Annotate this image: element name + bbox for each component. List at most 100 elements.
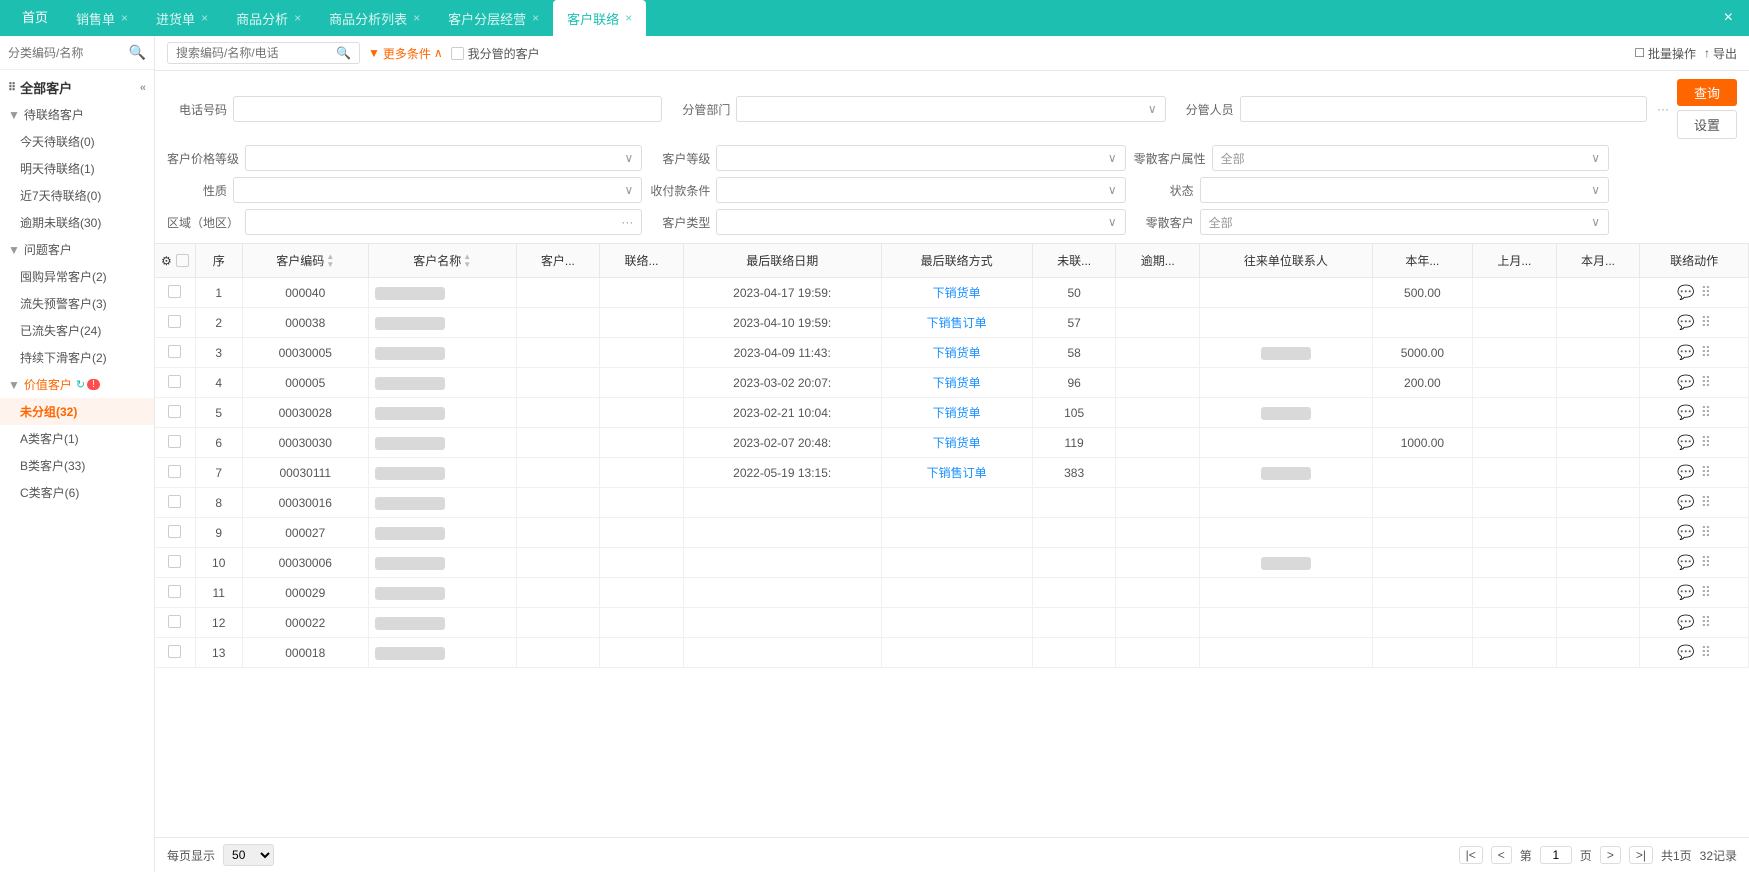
row-checkbox-1[interactable]: [168, 315, 181, 328]
tab-purchase[interactable]: 进货单 ×: [142, 0, 222, 36]
reset-btn[interactable]: 设置: [1677, 110, 1737, 139]
retail-customer-select[interactable]: 全部 ∨: [1200, 209, 1609, 235]
home-tab[interactable]: 首页: [8, 0, 62, 36]
manager-input[interactable]: [1240, 96, 1647, 122]
more-icon-5[interactable]: ⠿: [1701, 434, 1711, 451]
last-method-link[interactable]: 下销售订单: [927, 466, 987, 480]
chat-icon-6[interactable]: 💬: [1677, 464, 1694, 481]
more-icon-2[interactable]: ⠿: [1701, 344, 1711, 361]
last-method-link[interactable]: 下销售订单: [927, 316, 987, 330]
row-checkbox-2[interactable]: [168, 345, 181, 358]
manager-dots[interactable]: ···: [1657, 102, 1669, 116]
my-customer-checkbox-area[interactable]: 我分管的客户: [451, 45, 540, 62]
retail-attr-select[interactable]: 全部 ∨: [1212, 145, 1609, 171]
row-checkbox-8[interactable]: [168, 525, 181, 538]
query-btn[interactable]: 查询: [1677, 79, 1737, 106]
payment-select[interactable]: ∨: [716, 177, 1125, 203]
chat-icon-11[interactable]: 💬: [1677, 614, 1694, 631]
settings-icon[interactable]: ⚙: [161, 254, 172, 268]
all-customers-section[interactable]: ⠿ 全部客户 «: [0, 70, 154, 101]
col-code[interactable]: 客户编码 ▲▼: [242, 244, 368, 278]
nature-select[interactable]: ∨: [233, 177, 642, 203]
sidebar-group-value[interactable]: ▼ 价值客户 ↻ !: [0, 371, 154, 398]
more-icon-7[interactable]: ⠿: [1701, 494, 1711, 511]
row-checkbox-5[interactable]: [168, 435, 181, 448]
sidebar-item-overdue[interactable]: 逾期未联络(30): [0, 209, 154, 236]
more-icon-10[interactable]: ⠿: [1701, 584, 1711, 601]
chat-icon-9[interactable]: 💬: [1677, 554, 1694, 571]
sidebar-group-problem[interactable]: ▼ 问题客户: [0, 236, 154, 263]
more-icon-11[interactable]: ⠿: [1701, 614, 1711, 631]
chat-icon-8[interactable]: 💬: [1677, 524, 1694, 541]
more-filter-btn[interactable]: ▼ 更多条件 ∧: [368, 45, 443, 62]
more-icon-3[interactable]: ⠿: [1701, 374, 1711, 391]
sort-name[interactable]: ▲▼: [463, 253, 471, 269]
chat-icon-10[interactable]: 💬: [1677, 584, 1694, 601]
region-dots[interactable]: ···: [621, 215, 633, 229]
my-customer-checkbox[interactable]: [451, 47, 464, 60]
chat-icon-5[interactable]: 💬: [1677, 434, 1694, 451]
tab-customer-contact[interactable]: 客户联络 ×: [553, 0, 646, 36]
search-input[interactable]: [176, 46, 336, 60]
sidebar-item-b-class[interactable]: B类客户(33): [0, 452, 154, 479]
row-checkbox-3[interactable]: [168, 375, 181, 388]
chat-icon-1[interactable]: 💬: [1677, 314, 1694, 331]
chat-icon-0[interactable]: 💬: [1677, 284, 1694, 301]
customer-level-select[interactable]: ∨: [716, 145, 1125, 171]
tab-customer-segmentation[interactable]: 客户分层经营 ×: [434, 0, 553, 36]
row-checkbox-10[interactable]: [168, 585, 181, 598]
sidebar-item-churned[interactable]: 已流失客户(24): [0, 317, 154, 344]
chat-icon-2[interactable]: 💬: [1677, 344, 1694, 361]
tab-product-analysis-list[interactable]: 商品分析列表 ×: [315, 0, 434, 36]
sidebar-search-input[interactable]: [8, 46, 129, 60]
chat-icon-4[interactable]: 💬: [1677, 404, 1694, 421]
toolbar-search-icon[interactable]: 🔍: [336, 46, 351, 60]
prev-page-btn[interactable]: <: [1491, 846, 1512, 864]
last-method-link[interactable]: 下销货单: [933, 376, 981, 390]
sidebar-item-a-class[interactable]: A类客户(1): [0, 425, 154, 452]
page-size-select[interactable]: 50 100 200: [223, 844, 274, 866]
sidebar-item-7days[interactable]: 近7天待联络(0): [0, 182, 154, 209]
close-product-analysis-tab[interactable]: ×: [294, 11, 301, 25]
row-checkbox-7[interactable]: [168, 495, 181, 508]
customer-type-select[interactable]: ∨: [716, 209, 1125, 235]
more-icon-12[interactable]: ⠿: [1701, 644, 1711, 661]
sidebar-item-c-class[interactable]: C类客户(6): [0, 479, 154, 506]
row-checkbox-6[interactable]: [168, 465, 181, 478]
row-checkbox-9[interactable]: [168, 555, 181, 568]
col-name[interactable]: 客户名称 ▲▼: [368, 244, 516, 278]
chat-icon-12[interactable]: 💬: [1677, 644, 1694, 661]
close-customer-contact-tab[interactable]: ×: [625, 11, 632, 25]
last-method-link[interactable]: 下销货单: [933, 286, 981, 300]
more-icon-6[interactable]: ⠿: [1701, 464, 1711, 481]
more-icon-9[interactable]: ⠿: [1701, 554, 1711, 571]
row-checkbox-0[interactable]: [168, 285, 181, 298]
row-checkbox-12[interactable]: [168, 645, 181, 658]
close-purchase-tab[interactable]: ×: [201, 11, 208, 25]
row-checkbox-11[interactable]: [168, 615, 181, 628]
dept-select[interactable]: ∨: [736, 96, 1165, 122]
more-icon-1[interactable]: ⠿: [1701, 314, 1711, 331]
sidebar-group-pending[interactable]: ▼ 待联络客户: [0, 101, 154, 128]
batch-ops-btn[interactable]: ☐ 批量操作: [1634, 45, 1696, 62]
sidebar-item-abnormal[interactable]: 囤购异常客户(2): [0, 263, 154, 290]
sidebar-item-declining[interactable]: 持续下滑客户(2): [0, 344, 154, 371]
sidebar-search-icon[interactable]: 🔍: [129, 44, 146, 61]
tab-product-analysis[interactable]: 商品分析 ×: [222, 0, 315, 36]
close-customer-segmentation-tab[interactable]: ×: [532, 11, 539, 25]
close-product-analysis-list-tab[interactable]: ×: [413, 11, 420, 25]
price-level-select[interactable]: ∨: [245, 145, 642, 171]
sidebar-item-ungroup[interactable]: 未分组(32): [0, 398, 154, 425]
header-checkbox[interactable]: [176, 254, 189, 267]
sync-icon[interactable]: ↻: [76, 378, 85, 391]
export-btn[interactable]: ↑ 导出: [1704, 45, 1737, 62]
sidebar-item-today[interactable]: 今天待联络(0): [0, 128, 154, 155]
status-select[interactable]: ∨: [1200, 177, 1609, 203]
phone-input[interactable]: [233, 96, 662, 122]
sidebar-item-churn-warning[interactable]: 流失预警客户(3): [0, 290, 154, 317]
region-select[interactable]: ···: [245, 209, 642, 235]
sort-code[interactable]: ▲▼: [326, 253, 334, 269]
last-method-link[interactable]: 下销货单: [933, 346, 981, 360]
more-icon-4[interactable]: ⠿: [1701, 404, 1711, 421]
sidebar-item-tomorrow[interactable]: 明天待联络(1): [0, 155, 154, 182]
